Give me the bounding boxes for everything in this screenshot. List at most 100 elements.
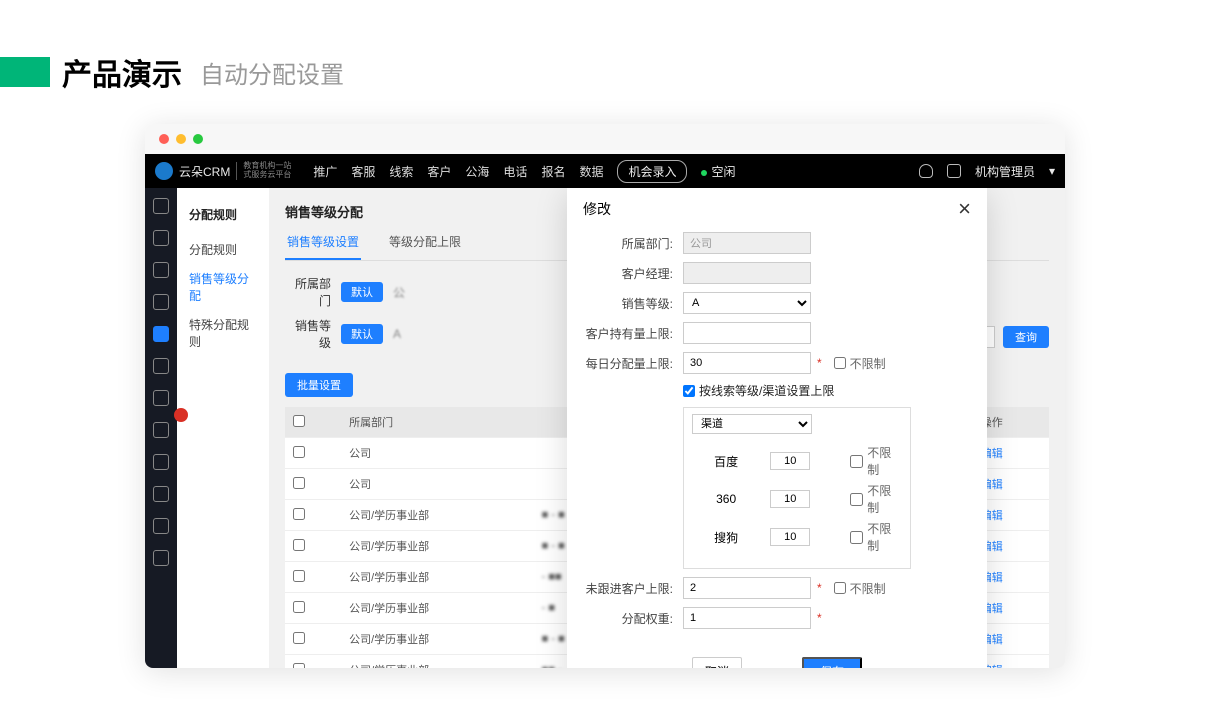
sidebar-title: 分配规则 <box>177 200 269 235</box>
channel-unlimited-checkbox[interactable] <box>850 531 863 544</box>
nav-promote[interactable]: 推广 <box>313 163 337 180</box>
row-dept: 公司/学历事业部 <box>341 593 534 624</box>
filter-level-extra: A <box>393 327 401 341</box>
required-star: * <box>817 356 822 370</box>
row-checkbox[interactable] <box>293 570 305 582</box>
label-pending-limit: 未跟进客户上限: <box>583 580 683 597</box>
opportunity-entry-button[interactable]: 机会录入 <box>617 160 687 183</box>
input-pending-limit[interactable] <box>683 577 811 599</box>
filter-level-default[interactable]: 默认 <box>341 324 383 344</box>
rail-icon-7[interactable] <box>153 390 169 406</box>
channel-unlimited-checkbox[interactable] <box>850 493 863 506</box>
page-header: 产品演示 自动分配设置 <box>0 0 1210 124</box>
filter-dept-extra: 公 <box>393 284 405 301</box>
sidebar-item-special[interactable]: 特殊分配规则 <box>177 310 269 356</box>
brand-sub: 教育机构一站式服务云平台 <box>236 162 291 180</box>
select-level[interactable]: A <box>683 292 811 314</box>
close-dot[interactable] <box>159 134 169 144</box>
accent-block <box>0 57 50 87</box>
channel-select[interactable]: 渠道 <box>692 414 812 434</box>
minimize-dot[interactable] <box>176 134 186 144</box>
red-badge-icon <box>174 408 188 422</box>
row-dept: 公司 <box>341 438 534 469</box>
nav-phone[interactable]: 电话 <box>503 163 527 180</box>
row-dept: 公司/学历事业部 <box>341 655 534 669</box>
subset-label: 按线索等级/渠道设置上限 <box>699 382 834 399</box>
row-checkbox[interactable] <box>293 663 305 669</box>
exit-icon[interactable] <box>947 164 961 178</box>
nav-data[interactable]: 数据 <box>579 163 603 180</box>
rail-icon-11[interactable] <box>153 518 169 534</box>
row-dept: 公司/学历事业部 <box>341 531 534 562</box>
col-dept: 所属部门 <box>341 407 534 438</box>
filter-dept-label: 所属部门 <box>285 275 331 309</box>
nav-customer[interactable]: 客户 <box>427 163 451 180</box>
save-button[interactable]: 保存 <box>802 657 862 668</box>
input-daily-limit[interactable] <box>683 352 811 374</box>
filter-dept-default[interactable]: 默认 <box>341 282 383 302</box>
rail-icon-12[interactable] <box>153 550 169 566</box>
tab-level-limit[interactable]: 等级分配上限 <box>387 233 463 260</box>
subset-checkbox[interactable] <box>683 385 695 397</box>
sidebar: 分配规则 分配规则 销售等级分配 特殊分配规则 <box>177 188 269 668</box>
row-dept: 公司/学历事业部 <box>341 562 534 593</box>
row-checkbox[interactable] <box>293 601 305 613</box>
row-checkbox[interactable] <box>293 477 305 489</box>
input-weight[interactable] <box>683 607 811 629</box>
batch-set-button[interactable]: 批量设置 <box>285 373 353 397</box>
rail-icon-2[interactable] <box>153 230 169 246</box>
sidebar-item-level-alloc[interactable]: 销售等级分配 <box>177 264 269 310</box>
nav-service[interactable]: 客服 <box>351 163 375 180</box>
rail-icon-10[interactable] <box>153 486 169 502</box>
input-hold-limit[interactable] <box>683 322 811 344</box>
top-nav: 云朵CRM 教育机构一站式服务云平台 推广 客服 线索 客户 公海 电话 报名 … <box>145 154 1065 188</box>
browser-titlebar <box>145 124 1065 154</box>
row-dept: 公司/学历事业部 <box>341 500 534 531</box>
daily-unlimited-checkbox[interactable] <box>834 357 846 369</box>
user-role[interactable]: 机构管理员 <box>975 163 1035 180</box>
sidebar-item-rules[interactable]: 分配规则 <box>177 235 269 264</box>
rail-icon-6[interactable] <box>153 358 169 374</box>
maximize-dot[interactable] <box>193 134 203 144</box>
channel-unlimited-checkbox[interactable] <box>850 455 863 468</box>
select-all-checkbox[interactable] <box>293 415 305 427</box>
side-rail <box>145 188 177 668</box>
rail-icon-4[interactable] <box>153 294 169 310</box>
modal-title: 修改 <box>583 199 611 219</box>
rail-icon-3[interactable] <box>153 262 169 278</box>
nav-signup[interactable]: 报名 <box>541 163 565 180</box>
close-icon[interactable]: × <box>958 198 971 220</box>
row-checkbox[interactable] <box>293 446 305 458</box>
row-checkbox[interactable] <box>293 539 305 551</box>
nav-leads[interactable]: 线索 <box>389 163 413 180</box>
page-title: 产品演示 <box>62 50 182 94</box>
channel-name: 百度 <box>692 453 760 470</box>
content-area: 销售等级分配 销售等级设置 等级分配上限 所属部门 默认 公 销售等级 默认 A <box>269 188 1065 668</box>
channel-value-input[interactable] <box>770 452 810 470</box>
label-manager: 客户经理: <box>583 265 683 282</box>
channel-value-input[interactable] <box>770 490 810 508</box>
filter-level-label: 销售等级 <box>285 317 331 351</box>
channel-row: 360 不限制 <box>692 482 902 516</box>
row-checkbox[interactable] <box>293 508 305 520</box>
chevron-down-icon[interactable]: ▾ <box>1049 164 1055 178</box>
tab-level-settings[interactable]: 销售等级设置 <box>285 233 361 260</box>
rail-icon-5[interactable] <box>153 326 169 342</box>
browser-window: 云朵CRM 教育机构一站式服务云平台 推广 客服 线索 客户 公海 电话 报名 … <box>145 124 1065 668</box>
pending-unlimited-checkbox[interactable] <box>834 582 846 594</box>
label-dept: 所属部门: <box>583 235 683 252</box>
rail-icon-8[interactable] <box>153 422 169 438</box>
nav-pool[interactable]: 公海 <box>465 163 489 180</box>
label-daily-limit: 每日分配量上限: <box>583 355 683 372</box>
rail-icon-1[interactable] <box>153 198 169 214</box>
input-manager <box>683 262 811 284</box>
search-button[interactable]: 查询 <box>1003 326 1049 348</box>
channel-name: 搜狗 <box>692 529 760 546</box>
label-hold-limit: 客户持有量上限: <box>583 325 683 342</box>
cancel-button[interactable]: 取消 <box>692 657 742 668</box>
channel-value-input[interactable] <box>770 528 810 546</box>
row-checkbox[interactable] <box>293 632 305 644</box>
rail-icon-9[interactable] <box>153 454 169 470</box>
bell-icon[interactable] <box>919 164 933 178</box>
channel-row: 百度 不限制 <box>692 444 902 478</box>
